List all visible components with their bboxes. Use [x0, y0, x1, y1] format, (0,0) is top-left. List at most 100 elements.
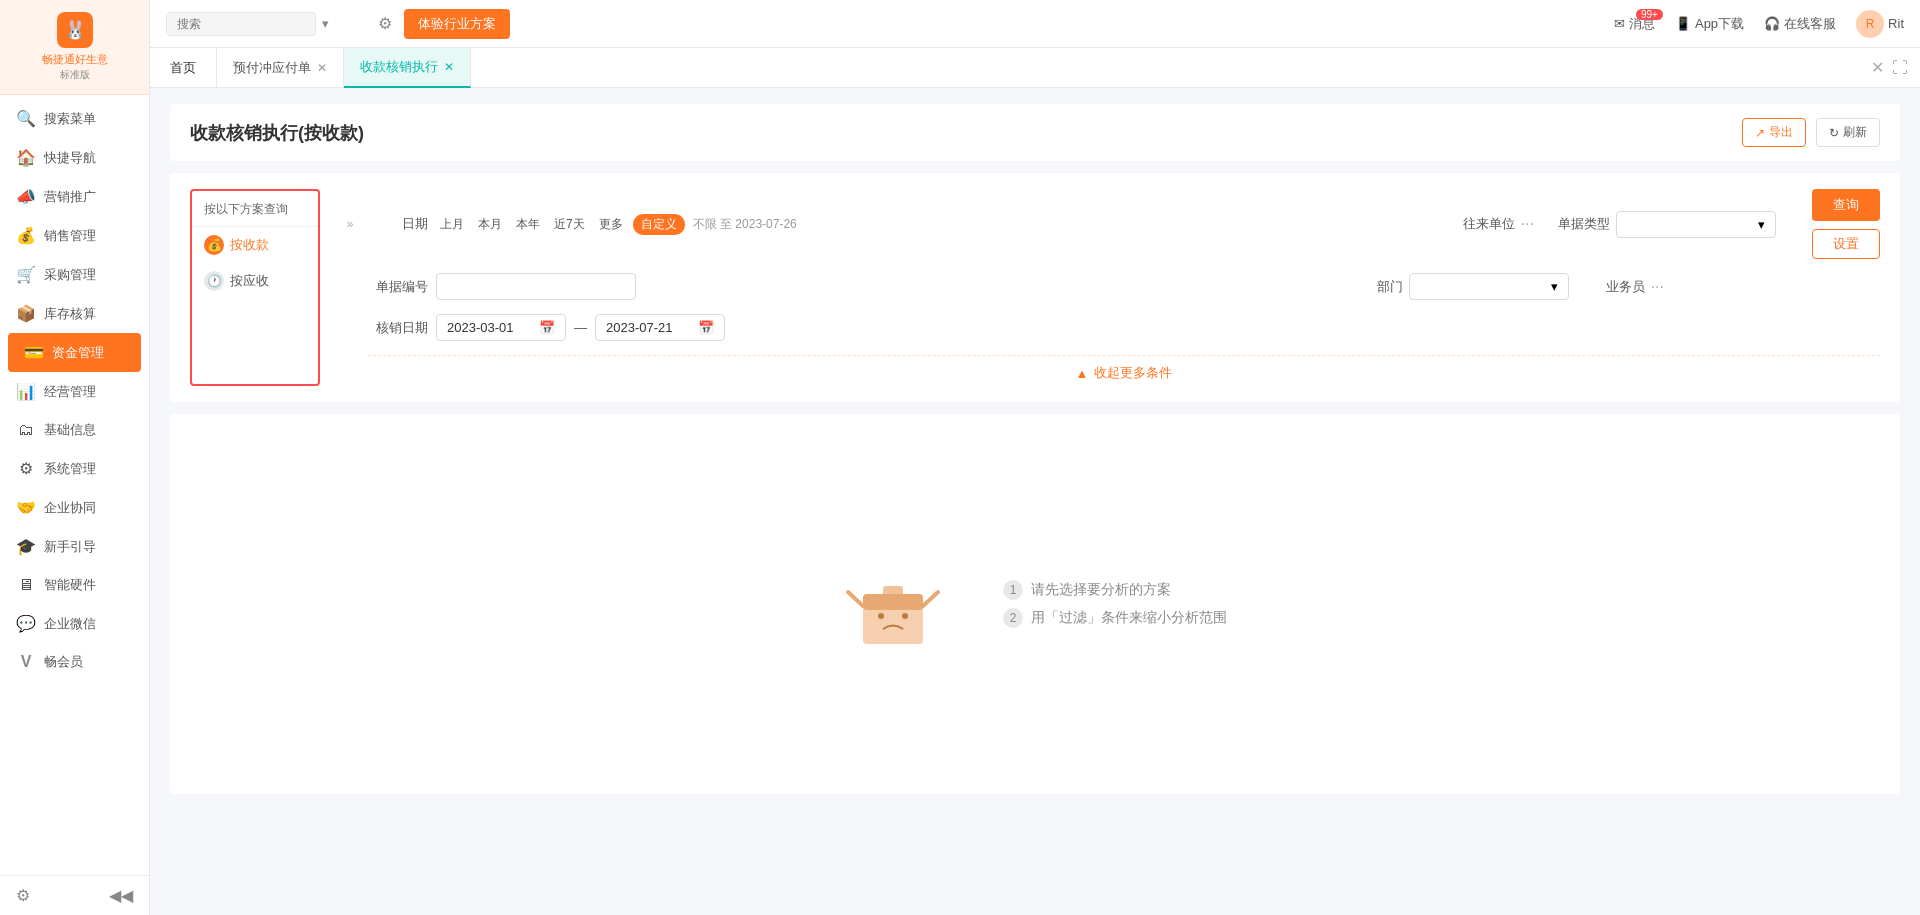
sidebar-item-inventory[interactable]: 📦 库存核算	[0, 294, 149, 333]
collapse-more-button[interactable]: ▲ 收起更多条件	[368, 355, 1880, 386]
tab-home-label: 首页	[170, 59, 196, 77]
tab-prepay-close-icon[interactable]: ✕	[317, 61, 327, 75]
filter-sidebar-title: 按以下方案查询	[192, 201, 318, 227]
sidebar-item-label: 智能硬件	[44, 576, 96, 594]
tab-verification-label: 收款核销执行	[360, 58, 438, 76]
verify-date-end-value: 2023-07-21	[606, 320, 673, 335]
customer-service-button[interactable]: 🎧 在线客服	[1764, 15, 1836, 33]
filter-row-1: 日期 上月 本月 本年 近7天 更多 自定义 不限 至 2023-07-26 往…	[368, 189, 1880, 259]
staff-label: 业务员	[1585, 278, 1645, 296]
filter-option-label: 按应收	[230, 272, 269, 290]
tabbar-right-controls: ✕ ⛶	[1871, 58, 1920, 77]
date-tab-this-month[interactable]: 本月	[474, 214, 506, 235]
sidebar-item-enterprise[interactable]: 🤝 企业协同	[0, 488, 149, 527]
main-area: ▾ ⚙ 体验行业方案 ✉ 消息 99+ 📱 App下载 🎧 在线客服 R Rit	[150, 0, 1920, 915]
marketing-icon: 📣	[16, 187, 36, 206]
svg-line-5	[848, 592, 863, 606]
sidebar-item-label: 营销推广	[44, 188, 96, 206]
filter-option-by-receivable[interactable]: 🕐 按应收	[192, 263, 318, 299]
sidebar-item-finance[interactable]: 💳 资金管理	[8, 333, 141, 372]
collapse-sidebar-icon[interactable]: ◀◀	[109, 886, 133, 905]
tab-verification[interactable]: 收款核销执行 ✕	[344, 48, 471, 88]
date-tab-last-month[interactable]: 上月	[436, 214, 468, 235]
doctype-select[interactable]: ▾	[1616, 211, 1776, 238]
filter-collapse-button[interactable]: »	[340, 199, 360, 249]
svg-line-6	[923, 592, 938, 606]
app-download-button[interactable]: 📱 App下载	[1675, 15, 1744, 33]
basic-icon: 🗂	[16, 421, 36, 439]
empty-area: 1 请先选择要分析的方案 2 用「过滤」条件来缩小分析范围	[843, 494, 1227, 714]
tip-text-2: 用「过滤」条件来缩小分析范围	[1031, 609, 1227, 627]
sidebar-item-basic[interactable]: 🗂 基础信息	[0, 411, 149, 449]
inventory-icon: 📦	[16, 304, 36, 323]
setting-button[interactable]: 设置	[1812, 229, 1880, 259]
topbar: ▾ ⚙ 体验行业方案 ✉ 消息 99+ 📱 App下载 🎧 在线客服 R Rit	[150, 0, 1920, 48]
refresh-button[interactable]: ↻ 刷新	[1816, 118, 1880, 147]
verify-date-end-input[interactable]: 2023-07-21 📅	[595, 314, 725, 341]
sidebar-item-sales[interactable]: 💰 销售管理	[0, 216, 149, 255]
staff-dots[interactable]: ···	[1651, 278, 1664, 296]
tab-verification-close-icon[interactable]: ✕	[444, 60, 454, 74]
expand-icon[interactable]: ⛶	[1892, 59, 1908, 77]
sidebar-item-member[interactable]: V 畅会员	[0, 643, 149, 681]
sidebar-item-wechat[interactable]: 💬 企业微信	[0, 604, 149, 643]
app-version: 标准版	[60, 68, 90, 82]
sidebar-item-system[interactable]: ⚙ 系统管理	[0, 449, 149, 488]
hardware-icon: 🖥	[16, 576, 36, 594]
tab-home[interactable]: 首页	[150, 48, 217, 88]
message-button[interactable]: ✉ 消息 99+	[1614, 15, 1655, 33]
tab-prepay[interactable]: 预付冲应付单 ✕	[217, 48, 344, 88]
tabbar: 首页 预付冲应付单 ✕ 收款核销执行 ✕ ✕ ⛶	[150, 48, 1920, 88]
docno-input[interactable]	[436, 273, 636, 300]
verify-date-start-input[interactable]: 2023-03-01 📅	[436, 314, 566, 341]
sidebar-item-hardware[interactable]: 🖥 智能硬件	[0, 566, 149, 604]
filter-option-by-receipt[interactable]: 💰 按收款	[192, 227, 318, 263]
sidebar-item-nav[interactable]: 🏠 快捷导航	[0, 138, 149, 177]
settings-icon[interactable]: ⚙	[16, 886, 30, 905]
username-label: Rit	[1888, 16, 1904, 31]
user-info[interactable]: R Rit	[1856, 10, 1904, 38]
member-icon: V	[16, 653, 36, 671]
sidebar-item-marketing[interactable]: 📣 营销推广	[0, 177, 149, 216]
sidebar-item-search[interactable]: 🔍 搜索菜单	[0, 99, 149, 138]
date-tab-this-year[interactable]: 本年	[512, 214, 544, 235]
date-tabs: 上月 本月 本年 近7天 更多 自定义	[436, 214, 685, 235]
svg-point-4	[902, 613, 908, 619]
sales-icon: 💰	[16, 226, 36, 245]
doctype-field-group: 单据类型 ▾	[1550, 211, 1776, 238]
filter-option-label: 按收款	[230, 236, 269, 254]
solution-button[interactable]: 体验行业方案	[404, 9, 510, 39]
export-icon: ↗	[1755, 126, 1765, 140]
sidebar-item-label: 畅会员	[44, 653, 83, 671]
chevron-down-icon[interactable]: ▾	[322, 16, 329, 31]
page-content: 收款核销执行(按收款) ↗ 导出 ↻ 刷新 按以下方案查询 💰 按收款	[150, 88, 1920, 915]
tip-num-1: 1	[1003, 580, 1023, 600]
sidebar-item-label: 基础信息	[44, 421, 96, 439]
sidebar-item-label: 销售管理	[44, 227, 96, 245]
topbar-search: ▾	[166, 12, 366, 36]
counterpart-label: 往来单位	[1455, 215, 1515, 233]
page-title: 收款核销执行(按收款)	[190, 121, 364, 145]
close-all-icon[interactable]: ✕	[1871, 58, 1884, 77]
search-input[interactable]	[166, 12, 316, 36]
filter-scheme-panel: 按以下方案查询 💰 按收款 🕐 按应收	[190, 189, 320, 386]
dept-select[interactable]: ▾	[1409, 273, 1569, 300]
date-tab-7days[interactable]: 近7天	[550, 214, 589, 235]
sidebar-item-management[interactable]: 📊 经营管理	[0, 372, 149, 411]
docno-field-group: 单据编号	[368, 273, 1327, 300]
sidebar-item-purchase[interactable]: 🛒 采购管理	[0, 255, 149, 294]
filter-actions: 查询 设置	[1792, 189, 1880, 259]
verify-date-field-group: 核销日期 2023-03-01 📅 — 2023-07-21 📅	[368, 314, 1880, 341]
query-button[interactable]: 查询	[1812, 189, 1880, 221]
tip-num-2: 2	[1003, 608, 1023, 628]
svg-rect-2	[883, 586, 903, 606]
counterpart-dots[interactable]: ···	[1521, 215, 1534, 233]
date-tab-more[interactable]: 更多	[595, 214, 627, 235]
export-button[interactable]: ↗ 导出	[1742, 118, 1806, 147]
collapse-icon: »	[347, 217, 354, 231]
settings-gear-icon[interactable]: ⚙	[378, 14, 392, 33]
sidebar-item-label: 企业协同	[44, 499, 96, 517]
staff-field-group: 业务员 ···	[1585, 278, 1664, 296]
date-tab-custom[interactable]: 自定义	[633, 214, 685, 235]
sidebar-item-guide[interactable]: 🎓 新手引导	[0, 527, 149, 566]
